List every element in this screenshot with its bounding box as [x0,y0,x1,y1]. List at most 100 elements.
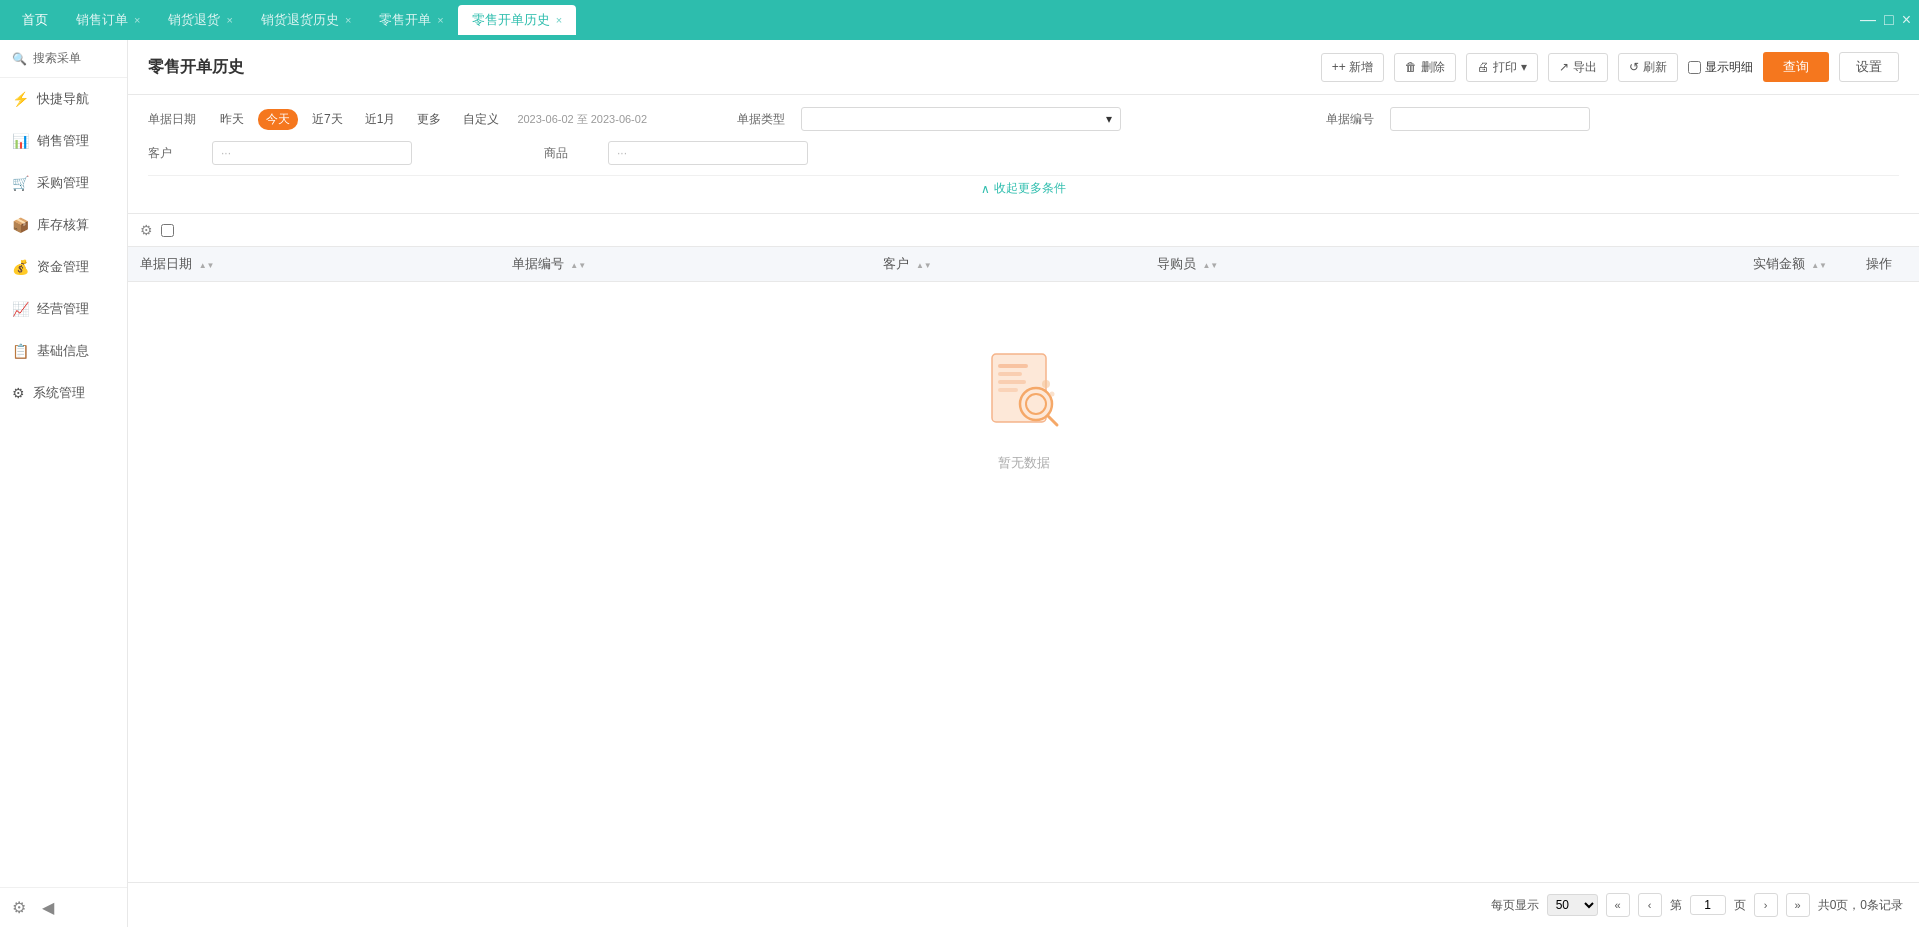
settings-icon[interactable]: ⚙ [12,898,26,917]
close-tab-retail-open-history[interactable]: × [556,14,562,26]
th-date[interactable]: 单据日期 ▲▼ [128,247,500,282]
svg-line-7 [1048,416,1057,425]
sidebar-item-finance[interactable]: 💰 资金管理 [0,246,127,288]
sidebar-item-purchase-mgmt[interactable]: 🛒 采购管理 [0,162,127,204]
collapse-sidebar-icon[interactable]: ◀ [42,898,54,917]
date-opt-today[interactable]: 今天 [258,109,298,130]
doc-no-input[interactable] [1390,107,1590,131]
content-area: 零售开单历史 + + 新增 🗑 删除 🖨 打印 ▾ ↗ 导出 [128,40,1919,927]
sort-customer-icon: ▲▼ [916,261,932,270]
th-amount[interactable]: 实销金额 ▲▼ [1467,247,1839,282]
show-detail-input[interactable] [1688,61,1701,74]
export-button[interactable]: ↗ 导出 [1548,53,1608,82]
date-options: 昨天 今天 近7天 近1月 更多 自定义 2023-06-02 至 2023-0… [212,109,647,130]
tab-sales-return-history[interactable]: 销货退货历史 × [247,5,365,35]
close-window-btn[interactable]: × [1902,11,1911,29]
quick-nav-icon: ⚡ [12,91,29,107]
main-layout: 🔍 搜索采单 ⚡ 快捷导航 📊 销售管理 🛒 采购管理 📦 库存核算 💰 [0,40,1919,927]
sidebar-bottom: ⚙ ◀ [0,887,127,927]
page-number-input[interactable] [1690,895,1726,915]
close-tab-sales-return[interactable]: × [226,14,232,26]
first-page-btn[interactable]: « [1606,893,1630,917]
svg-rect-3 [998,380,1026,384]
base-info-icon: 📋 [12,343,29,359]
date-opt-last1month[interactable]: 近1月 [357,109,404,130]
date-label: 单据日期 [148,111,204,128]
sidebar-item-label: 资金管理 [37,258,89,276]
doc-type-dropdown-icon: ▾ [1106,112,1112,126]
table-settings-icon[interactable]: ⚙ [140,222,153,238]
sidebar-item-system-mgmt[interactable]: ⚙ 系统管理 [0,372,127,414]
tab-retail-open-history[interactable]: 零售开单历史 × [458,5,576,35]
minimize-btn[interactable]: — [1860,11,1876,29]
tab-retail-open[interactable]: 零售开单 × [365,5,457,35]
prev-page-btn[interactable]: ‹ [1638,893,1662,917]
date-range: 2023-06-02 至 2023-06-02 [517,112,647,127]
page-size-select[interactable]: 50 10 20 100 [1547,894,1598,916]
add-button[interactable]: + + 新增 [1321,53,1384,82]
sidebar-item-operation[interactable]: 📈 经营管理 [0,288,127,330]
date-opt-yesterday[interactable]: 昨天 [212,109,252,130]
close-tab-retail-open[interactable]: × [437,14,443,26]
settings-button[interactable]: 设置 [1839,52,1899,82]
sort-no-icon: ▲▼ [570,261,586,270]
date-opt-more[interactable]: 更多 [409,109,449,130]
delete-icon: 🗑 [1405,60,1417,74]
close-tab-sales-order[interactable]: × [134,14,140,26]
print-button[interactable]: 🖨 打印 ▾ [1466,53,1538,82]
sidebar-item-inventory[interactable]: 📦 库存核算 [0,204,127,246]
sales-mgmt-icon: 📊 [12,133,29,149]
customer-label: 客户 [148,145,204,162]
goods-input[interactable]: ··· [608,141,808,165]
sidebar-search-label: 搜索采单 [33,50,81,67]
svg-rect-4 [998,388,1018,392]
filter-row-date: 单据日期 昨天 今天 近7天 近1月 更多 自定义 2023-06-02 至 2… [148,107,1899,131]
sidebar-search[interactable]: 🔍 搜索采单 [0,40,127,78]
system-mgmt-icon: ⚙ [12,385,25,401]
tab-sales-return[interactable]: 销货退货 × [154,5,246,35]
table-toolbar: ⚙ [128,214,1919,247]
inventory-icon: 📦 [12,217,29,233]
sidebar: 🔍 搜索采单 ⚡ 快捷导航 📊 销售管理 🛒 采购管理 📦 库存核算 💰 [0,40,128,927]
maximize-btn[interactable]: □ [1884,11,1894,29]
svg-rect-1 [998,364,1028,368]
close-tab-sales-return-history[interactable]: × [345,14,351,26]
svg-rect-2 [998,372,1022,376]
query-button[interactable]: 查询 [1763,52,1829,82]
collapse-up-icon: ∧ [981,182,990,196]
collapse-btn[interactable]: ∧ 收起更多条件 [148,175,1899,201]
sidebar-nav: ⚡ 快捷导航 📊 销售管理 🛒 采购管理 📦 库存核算 💰 资金管理 📈 [0,78,127,887]
doc-no-filter-item: 单据编号 [1326,107,1899,131]
sort-amount-icon: ▲▼ [1811,261,1827,270]
th-no[interactable]: 单据编号 ▲▼ [500,247,872,282]
sidebar-item-quick-nav[interactable]: ⚡ 快捷导航 [0,78,127,120]
next-page-btn[interactable]: › [1754,893,1778,917]
select-all-checkbox[interactable] [161,224,174,237]
last-page-btn[interactable]: » [1786,893,1810,917]
sidebar-item-base-info[interactable]: 📋 基础信息 [0,330,127,372]
delete-button[interactable]: 🗑 删除 [1394,53,1456,82]
customer-input[interactable]: ··· [212,141,412,165]
date-opt-custom[interactable]: 自定义 [455,109,507,130]
sidebar-item-sales-mgmt[interactable]: 📊 销售管理 [0,120,127,162]
search-icon: 🔍 [12,52,27,66]
svg-point-9 [1049,392,1054,397]
print-dropdown-icon: ▾ [1521,60,1527,74]
date-opt-last7[interactable]: 近7天 [304,109,351,130]
table-wrapper: 单据日期 ▲▼ 单据编号 ▲▼ 客户 ▲▼ [128,247,1919,882]
page-unit: 页 [1734,897,1746,914]
show-detail-checkbox[interactable]: 显示明细 [1688,59,1753,76]
refresh-button[interactable]: ↺ 刷新 [1618,53,1678,82]
tab-home[interactable]: 首页 [8,5,62,35]
filter-area: 单据日期 昨天 今天 近7天 近1月 更多 自定义 2023-06-02 至 2… [128,95,1919,214]
sidebar-item-label: 基础信息 [37,342,89,360]
sidebar-item-label: 采购管理 [37,174,89,192]
tab-sales-order[interactable]: 销售订单 × [62,5,154,35]
th-salesperson[interactable]: 导购员 ▲▼ [1145,247,1468,282]
sort-date-icon: ▲▼ [199,261,215,270]
operation-icon: 📈 [12,301,29,317]
filter-row-customer: 客户 ··· 商品 ··· [148,141,1899,165]
empty-icon [974,342,1074,442]
th-customer[interactable]: 客户 ▲▼ [871,247,1145,282]
doc-type-select[interactable]: ▾ [801,107,1121,131]
